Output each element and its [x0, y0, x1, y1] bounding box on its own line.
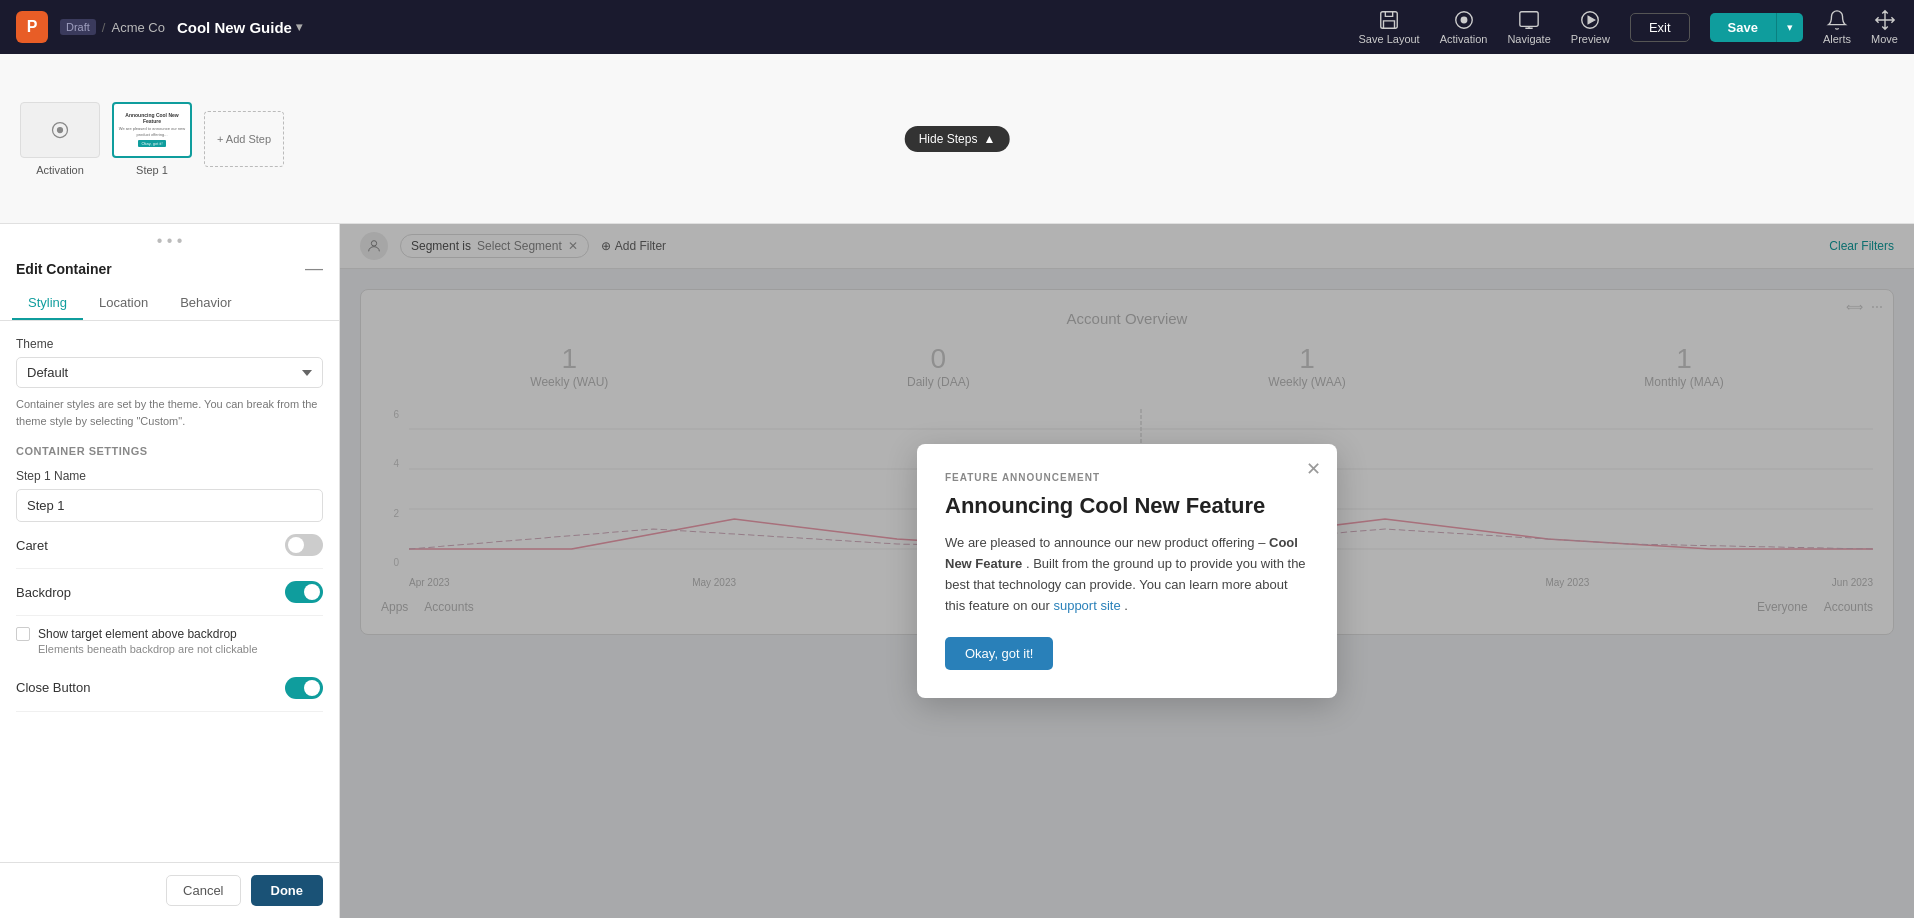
- svg-point-2: [1461, 17, 1467, 23]
- draft-badge: Draft: [60, 19, 96, 35]
- theme-label: Theme: [16, 337, 323, 351]
- step1-card[interactable]: Announcing Cool New Feature We are pleas…: [112, 102, 192, 158]
- container-settings-label: CONTAINER SETTINGS: [16, 445, 323, 457]
- caret-toggle[interactable]: [285, 534, 323, 556]
- tab-styling[interactable]: Styling: [12, 287, 83, 320]
- app-logo[interactable]: P: [16, 11, 48, 43]
- left-panel: • • • Edit Container — Styling Location …: [0, 224, 340, 918]
- modal-title: Announcing Cool New Feature: [945, 493, 1309, 519]
- caret-label: Caret: [16, 538, 48, 553]
- top-nav: P Draft / Acme Co Cool New Guide ▾ Save …: [0, 0, 1914, 54]
- add-step[interactable]: + Add Step: [204, 111, 284, 167]
- right-content: Segment is Select Segment ✕ ⊕ Add Filter…: [340, 224, 1914, 918]
- activation-card[interactable]: [20, 102, 100, 158]
- hide-steps-button[interactable]: Hide Steps ▲: [905, 126, 1010, 152]
- show-target-row: Show target element above backdrop Eleme…: [16, 616, 323, 665]
- backdrop-label: Backdrop: [16, 585, 71, 600]
- show-target-label: Show target element above backdrop: [38, 626, 258, 643]
- svg-point-7: [58, 127, 63, 132]
- caret-toggle-row: Caret: [16, 522, 323, 569]
- alerts-button[interactable]: Alerts: [1823, 9, 1851, 45]
- save-dropdown-button[interactable]: ▾: [1776, 13, 1803, 42]
- step1-label: Step 1: [136, 164, 168, 176]
- backdrop-toggle-row: Backdrop: [16, 569, 323, 616]
- minimize-panel-button[interactable]: —: [305, 258, 323, 279]
- svg-rect-3: [1520, 12, 1538, 27]
- modal-body: We are pleased to announce our new produ…: [945, 533, 1309, 616]
- panel-footer: Cancel Done: [0, 862, 339, 918]
- panel-tabs: Styling Location Behavior: [0, 287, 339, 321]
- modal-body-text: We are pleased to announce our new produ…: [945, 535, 1265, 550]
- done-button[interactable]: Done: [251, 875, 324, 906]
- step-name-input[interactable]: [16, 489, 323, 522]
- preview-button[interactable]: Preview: [1571, 9, 1610, 45]
- panel-title-row: Edit Container —: [0, 258, 339, 287]
- guide-title[interactable]: Cool New Guide ▾: [177, 19, 302, 36]
- close-button-toggle[interactable]: [285, 677, 323, 699]
- breadcrumb: Draft / Acme Co: [60, 19, 165, 35]
- step1-thumb[interactable]: Announcing Cool New Feature We are pleas…: [112, 102, 192, 176]
- theme-description: Container styles are set by the theme. Y…: [16, 396, 323, 429]
- modal-overlay: ✕ FEATURE ANNOUNCEMENT Announcing Cool N…: [340, 224, 1914, 918]
- chevron-up-icon: ▲: [983, 132, 995, 146]
- feature-announcement-modal: ✕ FEATURE ANNOUNCEMENT Announcing Cool N…: [917, 444, 1337, 697]
- cancel-button[interactable]: Cancel: [166, 875, 240, 906]
- org-name: Acme Co: [111, 20, 164, 35]
- show-target-sub: Elements beneath backdrop are not clicka…: [38, 643, 258, 655]
- save-button[interactable]: Save: [1710, 13, 1776, 42]
- exit-button[interactable]: Exit: [1630, 13, 1690, 42]
- activation-step[interactable]: Activation: [20, 102, 100, 176]
- svg-marker-5: [1589, 16, 1595, 23]
- main-layout: • • • Edit Container — Styling Location …: [0, 224, 1914, 918]
- backdrop-toggle[interactable]: [285, 581, 323, 603]
- drag-handle-icon: • • •: [0, 224, 339, 258]
- step-bar: Activation Announcing Cool New Feature W…: [0, 54, 1914, 224]
- nav-actions: Save Layout Activation Navigate Preview …: [1359, 9, 1898, 45]
- close-button-toggle-row: Close Button: [16, 665, 323, 712]
- activation-button[interactable]: Activation: [1440, 9, 1488, 45]
- panel-title: Edit Container: [16, 261, 112, 277]
- close-button-label: Close Button: [16, 680, 90, 695]
- confirm-button[interactable]: Okay, got it!: [945, 637, 1053, 670]
- save-button-group: Save ▾: [1710, 13, 1803, 42]
- modal-tag: FEATURE ANNOUNCEMENT: [945, 472, 1309, 483]
- add-step-card[interactable]: + Add Step: [204, 111, 284, 167]
- theme-select[interactable]: Default Custom Dark Light: [16, 357, 323, 388]
- tab-location[interactable]: Location: [83, 287, 164, 320]
- navigate-button[interactable]: Navigate: [1507, 9, 1550, 45]
- panel-body: Theme Default Custom Dark Light Containe…: [0, 321, 339, 862]
- activation-label: Activation: [36, 164, 84, 176]
- save-layout-button[interactable]: Save Layout: [1359, 9, 1420, 45]
- show-target-checkbox[interactable]: [16, 627, 30, 641]
- move-button[interactable]: Move: [1871, 9, 1898, 45]
- step-name-label: Step 1 Name: [16, 469, 323, 483]
- modal-body-end: .: [1124, 598, 1128, 613]
- tab-behavior[interactable]: Behavior: [164, 287, 247, 320]
- modal-close-button[interactable]: ✕: [1306, 458, 1321, 480]
- support-site-link[interactable]: support site: [1053, 598, 1120, 613]
- guide-title-chevron-icon: ▾: [296, 20, 302, 34]
